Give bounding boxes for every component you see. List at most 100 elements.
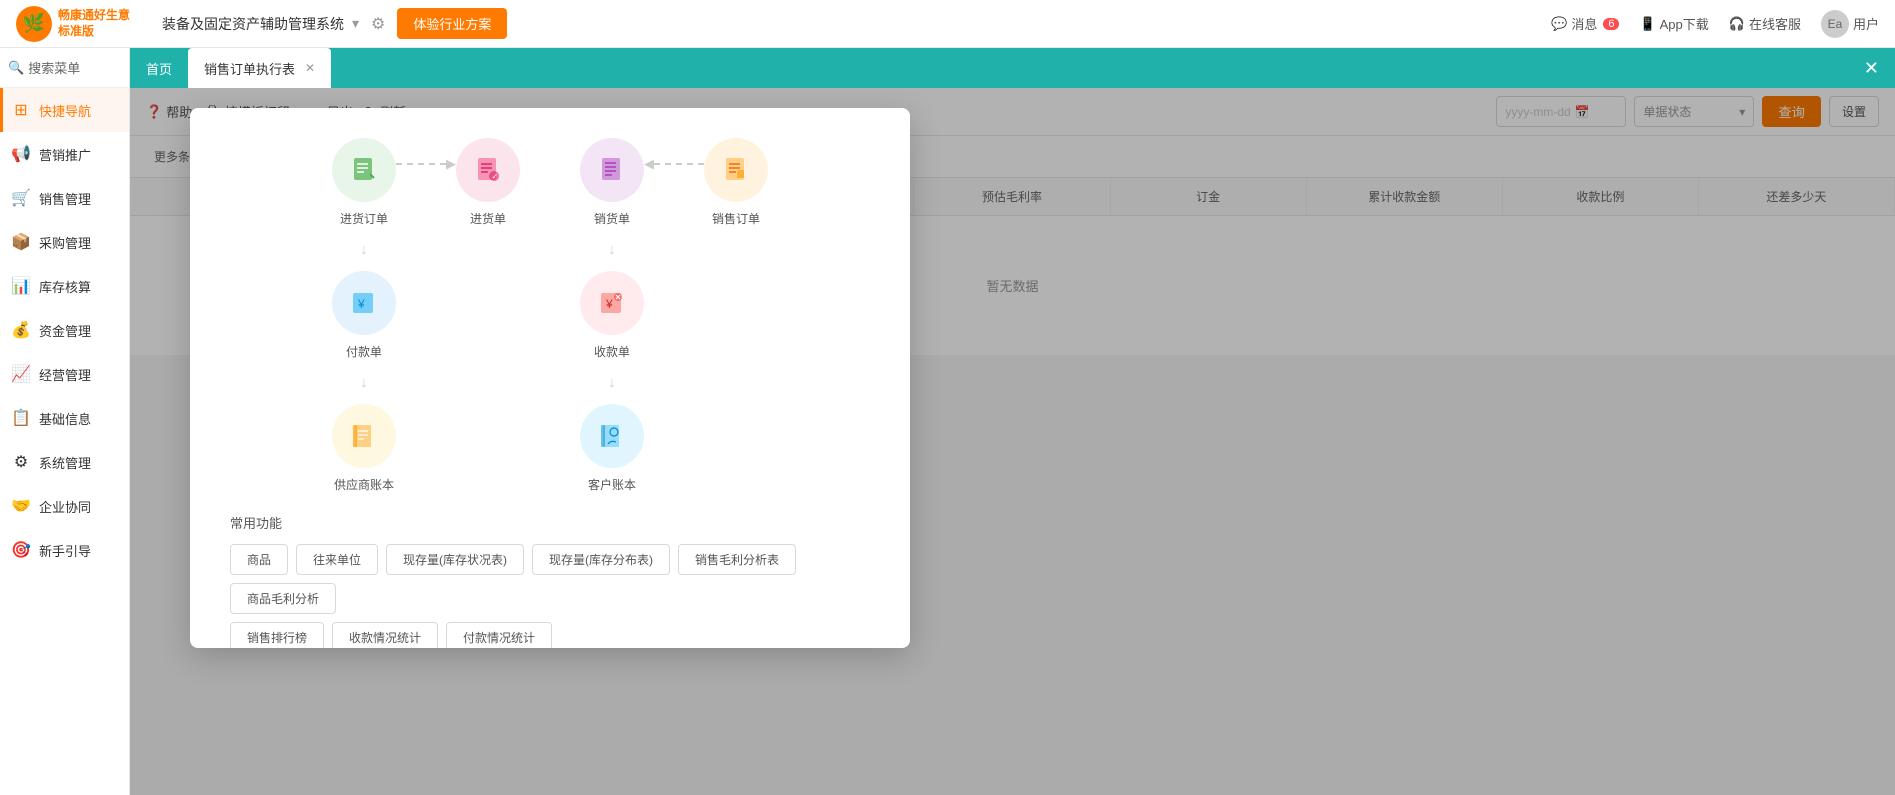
sidebar-item-newbie[interactable]: 🎯 新手引导: [0, 528, 129, 572]
system-icon: ⚙: [11, 452, 31, 472]
sidebar-item-basic-info[interactable]: 📋 基础信息: [0, 396, 129, 440]
avatar: Ea: [1821, 10, 1849, 38]
tab-sales-order-exec[interactable]: 销售订单执行表 ✕: [188, 48, 331, 88]
receipt-slip-icon: ¥: [580, 271, 644, 335]
operations-icon: 📈: [11, 364, 31, 384]
try-solution-button[interactable]: 体验行业方案: [397, 8, 507, 39]
inventory-icon: 📊: [11, 276, 31, 296]
sales-receipt-icon: [580, 138, 644, 202]
sales-receipt-label: 销货单: [594, 210, 630, 227]
sidebar-item-purchase[interactable]: 📦 采购管理: [0, 220, 129, 264]
content-area: 首页 销售订单执行表 ✕ ✕ ❓ 帮助 🖨 按: [130, 48, 1895, 795]
purchase-receipt-icon: ✓: [456, 138, 520, 202]
system-title-text: 装备及固定资产辅助管理系统: [162, 14, 344, 34]
cf-btn-sales-rank[interactable]: 销售排行榜: [230, 622, 324, 648]
purchase-receipt-node[interactable]: ✓ 进货单: [456, 138, 520, 227]
download-icon: 📱: [1639, 16, 1655, 32]
sales-icon: 🛒: [11, 188, 31, 208]
search-menu-button[interactable]: 🔍 搜索菜单: [0, 48, 129, 88]
arrow-so-sr: ◀: [644, 138, 704, 172]
cf-btn-receipt-stats[interactable]: 收款情况统计: [332, 622, 438, 648]
payment-slip-label: 付款单: [346, 343, 382, 360]
quick-nav-modal: 进货订单 ↓ ¥: [190, 108, 910, 648]
customer-ledger-node[interactable]: 客户账本: [580, 404, 644, 493]
top-bar: 🌿 畅康通好生意 标准版 装备及固定资产辅助管理系统 ▾ ⚙ 体验行业方案 💬 …: [0, 0, 1895, 48]
app-download-button[interactable]: 📱 App下载: [1639, 14, 1708, 33]
payment-down-arrow: ↓: [361, 374, 368, 390]
user-profile-button[interactable]: Ea 用户: [1821, 10, 1879, 38]
dropdown-arrow-icon[interactable]: ▾: [352, 15, 359, 32]
sales-order-icon: [704, 138, 768, 202]
receipt-slip-node[interactable]: ¥ 收款单: [580, 271, 644, 360]
logo-area: 🌿 畅康通好生意 标准版: [16, 6, 146, 42]
purchase-column: 进货订单 ↓ ¥: [332, 138, 396, 493]
page-content: ❓ 帮助 🖨 按模板打印 ▾ ↗ 导出 ↻ 刷新: [130, 88, 1895, 795]
supplier-ledger-label: 供应商账本: [334, 476, 394, 493]
tab-close-icon[interactable]: ✕: [305, 61, 315, 75]
svg-text:¥: ¥: [357, 297, 365, 311]
enterprise-icon: 🤝: [11, 496, 31, 516]
basic-info-icon: 📋: [11, 408, 31, 428]
sidebar-item-quick-nav[interactable]: ⊞ 快捷导航: [0, 88, 129, 132]
online-service-button[interactable]: 🎧 在线客服: [1729, 14, 1801, 33]
sales-down-arrow: ↓: [609, 241, 616, 257]
cf-btn-counterpart[interactable]: 往来单位: [296, 544, 378, 575]
payment-slip-node[interactable]: ¥ 付款单: [332, 271, 396, 360]
purchase-icon: 📦: [11, 232, 31, 252]
cf-btn-product-profit[interactable]: 商品毛利分析: [230, 583, 336, 614]
sales-order-column: 销售订单: [704, 138, 768, 227]
supplier-ledger-icon: [332, 404, 396, 468]
receipt-down-arrow: ↓: [609, 374, 616, 390]
message-button[interactable]: 💬 消息 6: [1551, 14, 1619, 33]
customer-ledger-icon: [580, 404, 644, 468]
sidebar-item-finance[interactable]: 💰 资金管理: [0, 308, 129, 352]
logo-icon: 🌿: [16, 6, 52, 42]
newbie-icon: 🎯: [11, 540, 31, 560]
sidebar-item-system[interactable]: ⚙ 系统管理: [0, 440, 129, 484]
svg-text:✓: ✓: [492, 172, 499, 181]
sales-order-label: 销售订单: [712, 210, 760, 227]
customer-ledger-label: 客户账本: [588, 476, 636, 493]
sales-order-node[interactable]: 销售订单: [704, 138, 768, 227]
supplier-ledger-node[interactable]: 供应商账本: [332, 404, 396, 493]
message-badge: 6: [1603, 18, 1619, 30]
top-right-area: 💬 消息 6 📱 App下载 🎧 在线客服 Ea 用户: [1551, 10, 1879, 38]
flow-diagram: 进货订单 ↓ ¥: [230, 138, 870, 493]
common-functions-title: 常用功能: [230, 513, 870, 532]
purchase-order-icon: [332, 138, 396, 202]
cf-btn-sales-profit[interactable]: 销售毛利分析表: [678, 544, 796, 575]
purchase-order-label: 进货订单: [340, 210, 388, 227]
purchase-order-node[interactable]: 进货订单: [332, 138, 396, 227]
logo-text: 畅康通好生意 标准版: [58, 8, 130, 39]
settings-icon[interactable]: ⚙: [371, 14, 385, 34]
service-icon: 🎧: [1729, 16, 1745, 32]
cf-buttons-row1: 商品 往来单位 现存量(库存状况表) 现存量(库存分布表) 销售毛利分析表 商品…: [230, 544, 870, 614]
sidebar-item-sales[interactable]: 🛒 销售管理: [0, 176, 129, 220]
purchase-down-arrow: ↓: [361, 241, 368, 257]
sidebar-item-inventory[interactable]: 📊 库存核算: [0, 264, 129, 308]
cf-btn-payment-stats[interactable]: 付款情况统计: [446, 622, 552, 648]
purchase-receipt-label: 进货单: [470, 210, 506, 227]
tab-home[interactable]: 首页: [130, 48, 188, 88]
cf-btn-stock-status[interactable]: 现存量(库存状况表): [386, 544, 524, 575]
svg-text:¥: ¥: [605, 297, 613, 311]
modal-body: 进货订单 ↓ ¥: [190, 108, 910, 648]
common-functions: 常用功能 商品 往来单位 现存量(库存状况表) 现存量(库存分布表) 销售毛利分…: [230, 513, 870, 648]
payment-slip-icon: ¥: [332, 271, 396, 335]
marketing-icon: 📢: [11, 144, 31, 164]
sidebar-item-operations[interactable]: 📈 经营管理: [0, 352, 129, 396]
sidebar: 🔍 搜索菜单 ⊞ 快捷导航 📢 营销推广 🛒 销售管理 📦 采购管理 📊: [0, 48, 130, 795]
receipt-slip-label: 收款单: [594, 343, 630, 360]
cf-btn-stock-dist[interactable]: 现存量(库存分布表): [532, 544, 670, 575]
sales-receipt-node[interactable]: 销货单: [580, 138, 644, 227]
tab-close-all-icon[interactable]: ✕: [1864, 58, 1895, 79]
arrow-po-pr: ▶: [396, 138, 456, 172]
message-icon: 💬: [1551, 16, 1567, 32]
cf-btn-product[interactable]: 商品: [230, 544, 288, 575]
tab-bar: 首页 销售订单执行表 ✕ ✕: [130, 48, 1895, 88]
sidebar-item-enterprise[interactable]: 🤝 企业协同: [0, 484, 129, 528]
cf-buttons-row2: 销售排行榜 收款情况统计 付款情况统计: [230, 622, 870, 648]
sidebar-item-marketing[interactable]: 📢 营销推广: [0, 132, 129, 176]
sales-column: 销货单 ↓ ¥: [580, 138, 644, 493]
system-title-area: 装备及固定资产辅助管理系统 ▾ ⚙: [162, 14, 385, 34]
